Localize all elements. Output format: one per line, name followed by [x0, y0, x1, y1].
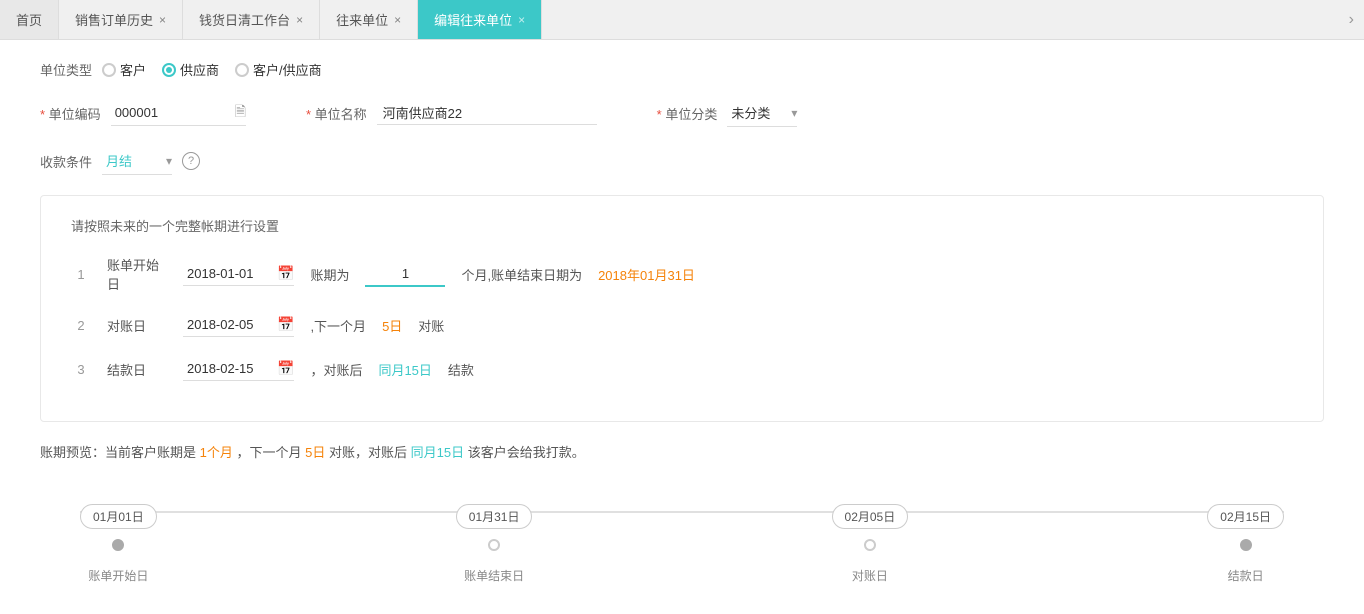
unit-name-label: 单位名称	[306, 104, 367, 123]
preview-mid1: ，下一个月	[237, 445, 302, 460]
row-2-desc-prefix: ,下一个月	[310, 316, 366, 335]
preview-highlight3: 同月15日	[411, 445, 464, 460]
tab-partner-close[interactable]: ×	[394, 13, 401, 27]
setting-row-3: 3 结款日 📅 ，对账后 同月15日 结款	[71, 357, 1293, 381]
row-1-desc-suffix: 个月,账单结束日期为	[461, 265, 582, 284]
tab-cash-work-label: 钱货日清工作台	[199, 10, 290, 29]
timeline-label-3: 结款日	[1228, 567, 1264, 584]
row-1-label: 账单开始日	[107, 255, 167, 293]
payment-cond-row: 收款条件 月结 ▾ ?	[40, 147, 1324, 175]
timeline: 01月01日 账单开始日 01月31日 账单结束日 02月05日 对账日	[40, 491, 1324, 594]
row-1-date-input[interactable]	[183, 262, 273, 285]
preview-text: 账期预览：当前客户账期是 1个月 ，下一个月 5日 对账，对账后 同月15日 该…	[40, 442, 1324, 461]
section-title: 请按照未来的一个完整帐期进行设置	[71, 216, 1293, 235]
unit-code-input[interactable]	[111, 101, 231, 124]
row-3-label: 结款日	[107, 360, 167, 379]
unit-name-input[interactable]	[377, 101, 597, 125]
unit-type-label: 单位类型	[40, 60, 92, 79]
tab-sales-order-label: 销售订单历史	[75, 10, 153, 29]
timeline-date-3: 02月15日	[1207, 504, 1284, 529]
radio-supplier-circle	[162, 63, 176, 77]
timeline-node-1: 01月31日 账单结束日	[456, 501, 533, 584]
tab-scroll-arrow[interactable]: ›	[1339, 0, 1364, 39]
tab-partner[interactable]: 往来单位 ×	[320, 0, 418, 39]
setting-row-2: 2 对账日 📅 ,下一个月 5日 对账	[71, 313, 1293, 337]
timeline-label-2: 对账日	[852, 567, 888, 584]
radio-both[interactable]: 客户/供应商	[235, 60, 322, 79]
setting-row-1: 1 账单开始日 📅 账期为 个月,账单结束日期为 2018年01月31日	[71, 255, 1293, 293]
timeline-date-0: 01月01日	[80, 504, 157, 529]
payment-cond-label: 收款条件	[40, 152, 92, 171]
row-2-date-wrapper: 📅	[183, 313, 294, 337]
row-3-desc-prefix: ，对账后	[310, 360, 362, 379]
unit-category-chevron: ▾	[791, 106, 797, 120]
tab-edit-partner-label: 编辑往来单位	[434, 10, 512, 29]
payment-cond-value: 月结	[102, 147, 162, 174]
unit-category-label: 单位分类	[657, 104, 718, 123]
row-3-desc-suffix: 结款	[448, 360, 474, 379]
tab-sales-order[interactable]: 销售订单历史 ×	[59, 0, 183, 39]
tab-cash-work[interactable]: 钱货日清工作台 ×	[183, 0, 320, 39]
payment-cond-chevron: ▾	[166, 154, 172, 168]
unit-code-icon[interactable]: 🗎	[235, 101, 246, 125]
preview-highlight1: 1个月	[200, 445, 233, 460]
payment-help-icon[interactable]: ?	[182, 152, 200, 170]
timeline-node-2: 02月05日 对账日	[832, 501, 909, 584]
timeline-node-0: 01月01日 账单开始日	[80, 501, 157, 584]
tab-home-label: 首页	[16, 10, 42, 29]
code-name-row: 单位编码 🗎 单位名称 单位分类 未分类 ▾	[40, 99, 1324, 127]
row-2-number: 2	[71, 318, 91, 333]
unit-category-select[interactable]: 未分类 ▾	[727, 99, 797, 127]
row-3-date-input[interactable]	[183, 357, 273, 380]
row-1-highlight-end: 2018年01月31日	[598, 265, 695, 284]
row-2-date-input[interactable]	[183, 313, 273, 336]
row-1-desc-prefix: 账期为	[310, 265, 349, 284]
tab-cash-work-close[interactable]: ×	[296, 13, 303, 27]
radio-group: 客户 供应商 客户/供应商	[102, 60, 322, 79]
timeline-date-2: 02月05日	[832, 504, 909, 529]
tab-sales-order-close[interactable]: ×	[159, 13, 166, 27]
tab-edit-partner[interactable]: 编辑往来单位 ×	[418, 0, 542, 39]
preview-prefix: 账期预览：当前客户账期是	[40, 445, 196, 460]
main-content: 单位类型 客户 供应商 客户/供应商 单位编码 🗎 单位名称 单	[0, 40, 1364, 614]
row-3-cal-icon[interactable]: 📅	[277, 360, 294, 377]
timeline-node-3: 02月15日 结款日	[1207, 501, 1284, 584]
radio-supplier-label: 供应商	[180, 60, 219, 79]
tab-bar: 首页 销售订单历史 × 钱货日清工作台 × 往来单位 × 编辑往来单位 × ›	[0, 0, 1364, 40]
timeline-label-0: 账单开始日	[88, 567, 148, 584]
preview-suffix: 该客户会给我打款。	[468, 445, 585, 460]
row-2-label: 对账日	[107, 316, 167, 335]
unit-category-value: 未分类	[727, 99, 787, 126]
unit-code-input-wrapper: 🗎	[111, 101, 246, 126]
row-2-highlight-day: 5日	[382, 316, 402, 335]
period-input[interactable]	[365, 262, 445, 287]
row-3-number: 3	[71, 362, 91, 377]
timeline-label-1: 账单结束日	[464, 567, 524, 584]
radio-supplier[interactable]: 供应商	[162, 60, 219, 79]
radio-customer-circle	[102, 63, 116, 77]
timeline-nodes: 01月01日 账单开始日 01月31日 账单结束日 02月05日 对账日	[80, 501, 1284, 584]
settings-section: 请按照未来的一个完整帐期进行设置 1 账单开始日 📅 账期为 个月,账单结束日期…	[40, 195, 1324, 422]
tab-partner-label: 往来单位	[336, 10, 388, 29]
radio-both-circle	[235, 63, 249, 77]
row-1-date-wrapper: 📅	[183, 262, 294, 286]
radio-customer[interactable]: 客户	[102, 60, 146, 79]
row-3-highlight-day: 同月15日	[378, 360, 431, 379]
row-2-desc-suffix: 对账	[418, 316, 444, 335]
row-2-cal-icon[interactable]: 📅	[277, 316, 294, 333]
radio-both-label: 客户/供应商	[253, 60, 322, 79]
unit-code-label: 单位编码	[40, 104, 101, 123]
preview-highlight2: 5日	[305, 445, 325, 460]
unit-type-row: 单位类型 客户 供应商 客户/供应商	[40, 60, 1324, 79]
radio-customer-label: 客户	[120, 60, 146, 79]
row-1-cal-icon[interactable]: 📅	[277, 265, 294, 282]
timeline-date-1: 01月31日	[456, 504, 533, 529]
tab-home[interactable]: 首页	[0, 0, 59, 39]
tab-edit-partner-close[interactable]: ×	[518, 13, 525, 27]
row-1-number: 1	[71, 267, 91, 282]
payment-cond-select[interactable]: 月结 ▾	[102, 147, 172, 175]
row-3-date-wrapper: 📅	[183, 357, 294, 381]
preview-mid2: 对账，对账后	[329, 445, 407, 460]
